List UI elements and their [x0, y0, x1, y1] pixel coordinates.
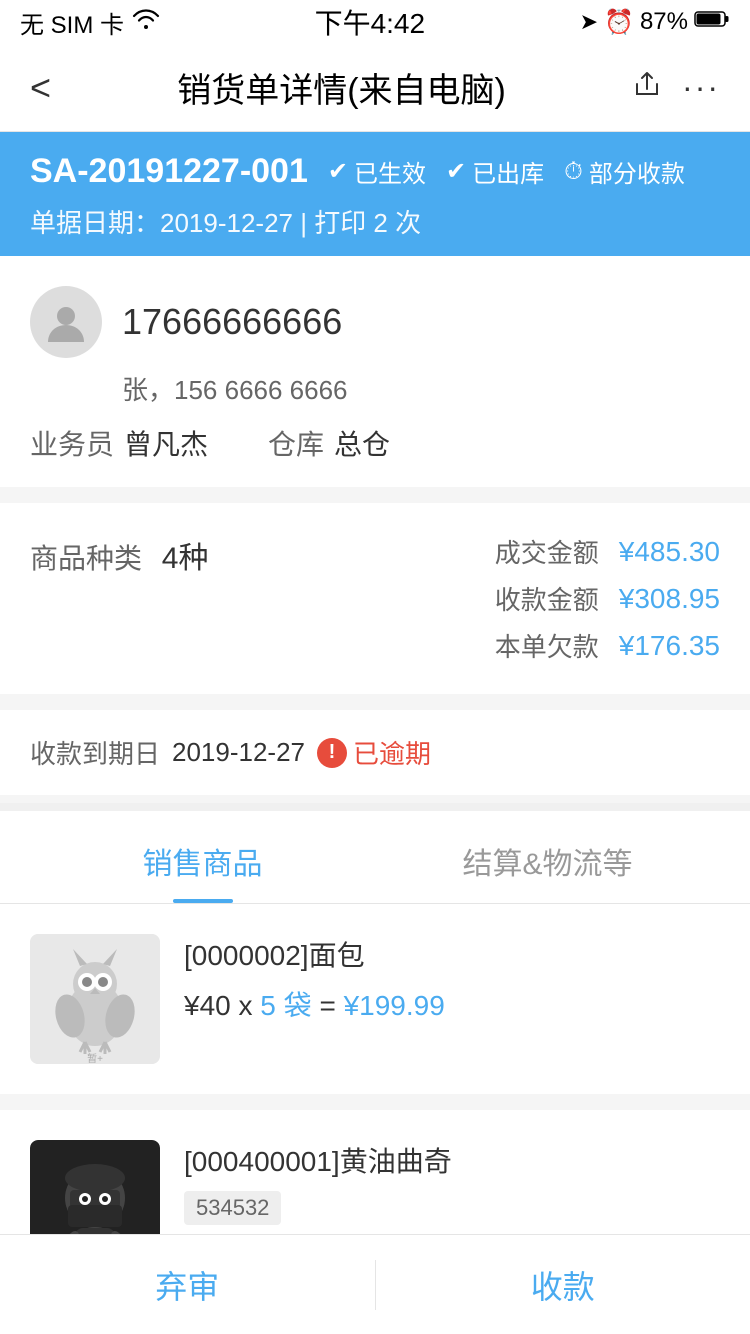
more-button[interactable]: ···	[682, 69, 720, 106]
sales-meta: 业务员 曾凡杰	[30, 423, 208, 463]
due-date: 2019-12-27	[172, 737, 305, 768]
status-left: 无 SIM 卡	[20, 5, 160, 40]
status-bar: 无 SIM 卡 下午4:42 ➤ ⏰ 87%	[0, 0, 750, 44]
order-id: SA-20191227-001	[30, 152, 308, 191]
cancel-review-button[interactable]: 弃审	[0, 1238, 375, 1332]
nav-bar: < 销货单详情(来自电脑) ···	[0, 44, 750, 132]
tab-products-label: 销售商品	[143, 848, 263, 881]
transaction-amount: ¥485.30	[619, 536, 720, 568]
collect-payment-button[interactable]: 收款	[376, 1238, 750, 1332]
receipt-label: 收款金额	[495, 580, 599, 617]
bottom-bar: 弃审 收款	[0, 1234, 750, 1334]
badge-partial: ⏱ 部分收款	[564, 154, 685, 189]
transaction-label: 成交金额	[495, 533, 599, 570]
warehouse-label: 仓库	[268, 423, 324, 463]
badge-shipped-label: 已出库	[472, 154, 544, 189]
sales-value: 曾凡杰	[124, 423, 208, 463]
customer-section: 17666666666 张，156 6666 6666 业务员 曾凡杰 仓库 总…	[0, 256, 750, 487]
summary-left: 商品种类 4种	[30, 533, 208, 577]
tab-settlement-label: 结算&物流等	[462, 848, 632, 881]
product-code-2: [000400001]黄油曲奇	[184, 1140, 720, 1180]
price-multiply: x	[239, 990, 261, 1021]
nav-left: <	[30, 67, 51, 109]
arrears-row: 本单欠款 ¥176.35	[495, 627, 720, 664]
nav-right: ···	[632, 69, 720, 106]
check-icon2: ✔	[446, 157, 466, 186]
badge-active-label: 已生效	[354, 154, 426, 189]
share-button[interactable]	[632, 69, 662, 106]
product-qty: 5	[260, 990, 276, 1021]
sales-label: 业务员	[30, 423, 114, 463]
badge-partial-label: 部分收款	[589, 154, 685, 189]
product-code: [0000002]面包	[184, 934, 720, 974]
overdue-label: 已逾期	[353, 734, 431, 771]
tab-products[interactable]: 销售商品	[30, 811, 375, 903]
price-unit: ¥40	[184, 990, 231, 1021]
due-label: 收款到期日	[30, 734, 160, 771]
product-thumbnail: 暂+	[30, 934, 160, 1064]
battery-icon	[694, 8, 730, 36]
product-sku: 534532	[184, 1191, 281, 1225]
customer-name: 17666666666	[122, 301, 342, 343]
avatar	[30, 286, 102, 358]
transaction-row: 成交金额 ¥485.30	[495, 533, 720, 570]
order-header: SA-20191227-001 ✔ 已生效 ✔ 已出库 ⏱ 部分收款 单据日期：…	[0, 132, 750, 256]
status-right: ➤ ⏰ 87%	[580, 8, 730, 37]
arrears-label: 本单欠款	[495, 627, 599, 664]
product-type-value: 4种	[162, 542, 209, 575]
receipt-row: 收款金额 ¥308.95	[495, 580, 720, 617]
warehouse-meta: 仓库 总仓	[268, 423, 390, 463]
overdue-icon: !	[317, 738, 347, 768]
page-title: 销货单详情(来自电脑)	[177, 63, 506, 112]
table-row: 暂+ [0000002]面包 ¥40 x 5 袋 = ¥199.99	[0, 904, 750, 1094]
summary-section: 商品种类 4种 成交金额 ¥485.30 收款金额 ¥308.95 本单欠款 ¥…	[0, 503, 750, 694]
svg-text:暂+: 暂+	[87, 1053, 103, 1064]
badge-active: ✔ 已生效	[328, 154, 426, 189]
location-icon: ➤	[580, 9, 598, 35]
warehouse-value: 总仓	[334, 423, 390, 463]
check-icon: ✔	[328, 157, 348, 186]
signal-text: 无 SIM 卡	[20, 5, 124, 40]
due-section: 收款到期日 2019-12-27 ! 已逾期	[0, 710, 750, 795]
status-time: 下午4:42	[315, 2, 426, 42]
receipt-amount: ¥308.95	[619, 583, 720, 615]
overdue-badge: ! 已逾期	[317, 734, 431, 771]
back-button[interactable]: <	[30, 67, 51, 109]
tabs: 销售商品 结算&物流等	[0, 811, 750, 903]
product-unit: 袋	[284, 990, 312, 1021]
battery-percent: 87%	[640, 8, 688, 36]
tab-settlement[interactable]: 结算&物流等	[375, 811, 720, 903]
order-header-row1: SA-20191227-001 ✔ 已生效 ✔ 已出库 ⏱ 部分收款	[30, 152, 720, 191]
price-equals: =	[319, 990, 343, 1021]
product-type-label: 商品种类	[30, 543, 142, 574]
alarm-icon: ⏰	[604, 8, 634, 37]
order-date-row: 单据日期：2019-12-27 | 打印 2 次	[30, 203, 720, 240]
summary-right: 成交金额 ¥485.30 收款金额 ¥308.95 本单欠款 ¥176.35	[495, 533, 720, 664]
clock-icon: ⏱	[564, 158, 583, 186]
customer-row1: 17666666666	[30, 286, 720, 358]
customer-sub: 张，156 6666 6666	[30, 370, 720, 407]
tabs-section: 销售商品 结算&物流等	[0, 811, 750, 904]
product-info: [0000002]面包 ¥40 x 5 袋 = ¥199.99	[184, 934, 720, 1024]
wifi-icon	[132, 8, 160, 36]
customer-meta: 业务员 曾凡杰 仓库 总仓	[30, 423, 720, 463]
product-price: ¥40 x 5 袋 = ¥199.99	[184, 984, 720, 1024]
arrears-amount: ¥176.35	[619, 630, 720, 662]
badge-shipped: ✔ 已出库	[446, 154, 544, 189]
product-total: ¥199.99	[344, 990, 445, 1021]
